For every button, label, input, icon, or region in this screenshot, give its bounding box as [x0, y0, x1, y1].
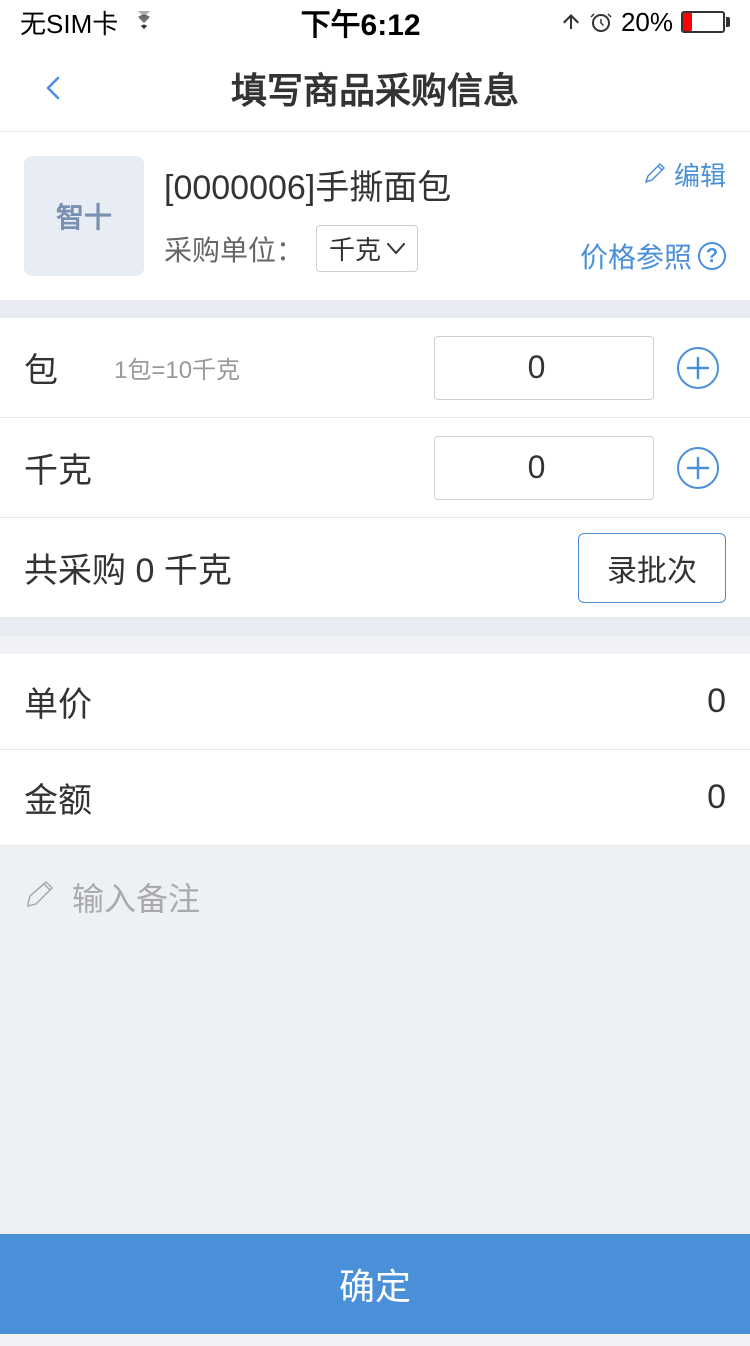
status-bar: 无SIM卡 下午6:12 20%	[0, 0, 750, 44]
package-input-wrap	[434, 336, 726, 400]
nav-bar: 填写商品采购信息	[0, 44, 750, 132]
unit-price-row: 单价 0	[0, 654, 750, 750]
back-button[interactable]	[24, 58, 84, 118]
section-divider-2	[0, 618, 750, 636]
edit-button[interactable]: 编辑	[642, 156, 726, 193]
input-section: 包 1包=10千克 千克	[0, 318, 750, 618]
amount-value: 0	[707, 778, 726, 817]
battery-percent: 20%	[621, 7, 673, 38]
unit-price-label: 单价	[24, 677, 92, 726]
amount-row: 金额 0	[0, 750, 750, 846]
unit-label: 采购单位：	[164, 229, 304, 269]
package-sublabel: 1包=10千克	[114, 350, 434, 385]
package-input[interactable]	[434, 336, 654, 400]
amount-label: 金额	[24, 773, 92, 822]
kg-plus-button[interactable]	[670, 440, 726, 496]
battery-icon	[681, 11, 730, 33]
total-row: 共采购 0 千克 录批次	[0, 518, 750, 618]
location-icon	[561, 12, 581, 32]
price-reference-button[interactable]: 价格参照 ?	[580, 236, 726, 276]
unit-price-value: 0	[707, 682, 726, 721]
status-time: 下午6:12	[301, 0, 421, 44]
chevron-down-icon	[387, 243, 405, 255]
total-amount: 0	[135, 552, 154, 590]
kg-input-row: 千克	[0, 418, 750, 518]
section-divider-1	[0, 300, 750, 318]
package-label: 包	[24, 343, 104, 392]
batch-record-button[interactable]: 录批次	[578, 533, 726, 603]
help-icon: ?	[698, 242, 726, 270]
package-input-row: 包 1包=10千克	[0, 318, 750, 418]
edit-icon	[642, 162, 668, 188]
remark-section[interactable]: 输入备注	[0, 846, 750, 1246]
pencil-icon	[24, 878, 56, 910]
remark-placeholder: 输入备注	[72, 874, 200, 920]
alarm-icon	[589, 10, 613, 34]
total-text: 共采购 0 千克	[24, 543, 232, 592]
product-thumbnail: 智十	[24, 156, 144, 276]
unit-select-button[interactable]: 千克	[316, 225, 418, 272]
status-carrier: 无SIM卡	[20, 4, 160, 41]
kg-label: 千克	[24, 443, 104, 492]
price-section: 单价 0 金额 0	[0, 654, 750, 846]
status-right: 20%	[561, 7, 730, 38]
kg-input-wrap	[434, 436, 726, 500]
wifi-icon	[128, 11, 160, 33]
confirm-button[interactable]: 确定	[0, 1234, 750, 1334]
product-card: 智十 [0000006]手撕面包 采购单位： 千克 编辑 价格参照	[0, 132, 750, 300]
carrier-text: 无SIM卡	[20, 4, 118, 41]
kg-input[interactable]	[434, 436, 654, 500]
page-title: 填写商品采购信息	[84, 62, 666, 114]
package-plus-button[interactable]	[670, 340, 726, 396]
